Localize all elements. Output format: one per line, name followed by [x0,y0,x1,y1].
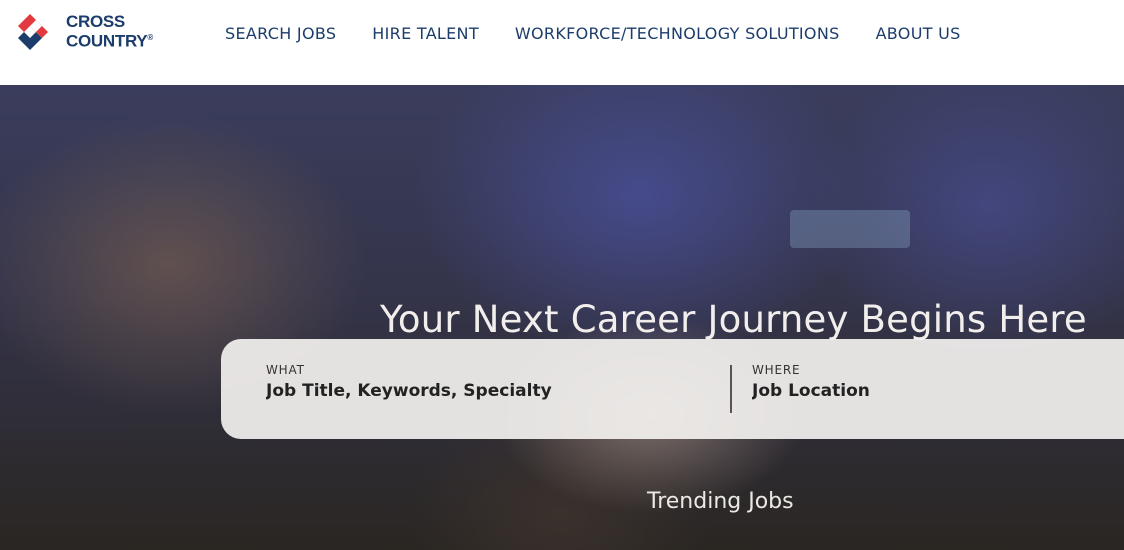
nav-about-us[interactable]: ABOUT US [876,24,961,43]
brand-logo[interactable]: CROSS COUNTRY® [16,12,176,52]
what-input[interactable] [266,381,706,401]
where-field: WHERE [752,339,1112,439]
site-header: CROSS COUNTRY® SEARCH JOBS HIRE TALENT W… [0,0,1124,85]
nav-hire-talent[interactable]: HIRE TALENT [372,24,479,43]
main-nav: SEARCH JOBS HIRE TALENT WORKFORCE/TECHNO… [225,24,997,43]
nav-workforce-technology-solutions[interactable]: WORKFORCE/TECHNOLOGY SOLUTIONS [515,24,840,43]
hero-section: Your Next Career Journey Begins Here WHA… [0,85,1124,550]
where-input[interactable] [752,381,1112,401]
trending-jobs-heading: Trending Jobs [647,489,794,514]
hero-title: Your Next Career Journey Begins Here [380,297,1087,341]
search-divider [730,365,732,413]
logo-mark-icon [16,12,56,52]
brand-line-1: CROSS [66,12,125,32]
nav-search-jobs[interactable]: SEARCH JOBS [225,24,336,43]
job-search-bar: WHAT WHERE [221,339,1124,439]
brand-wordmark: CROSS COUNTRY® [66,12,153,51]
brand-line-2: COUNTRY® [66,31,153,51]
what-field: WHAT [266,339,706,439]
hero-background-detail [790,210,910,248]
what-label: WHAT [266,363,305,377]
where-label: WHERE [752,363,801,377]
